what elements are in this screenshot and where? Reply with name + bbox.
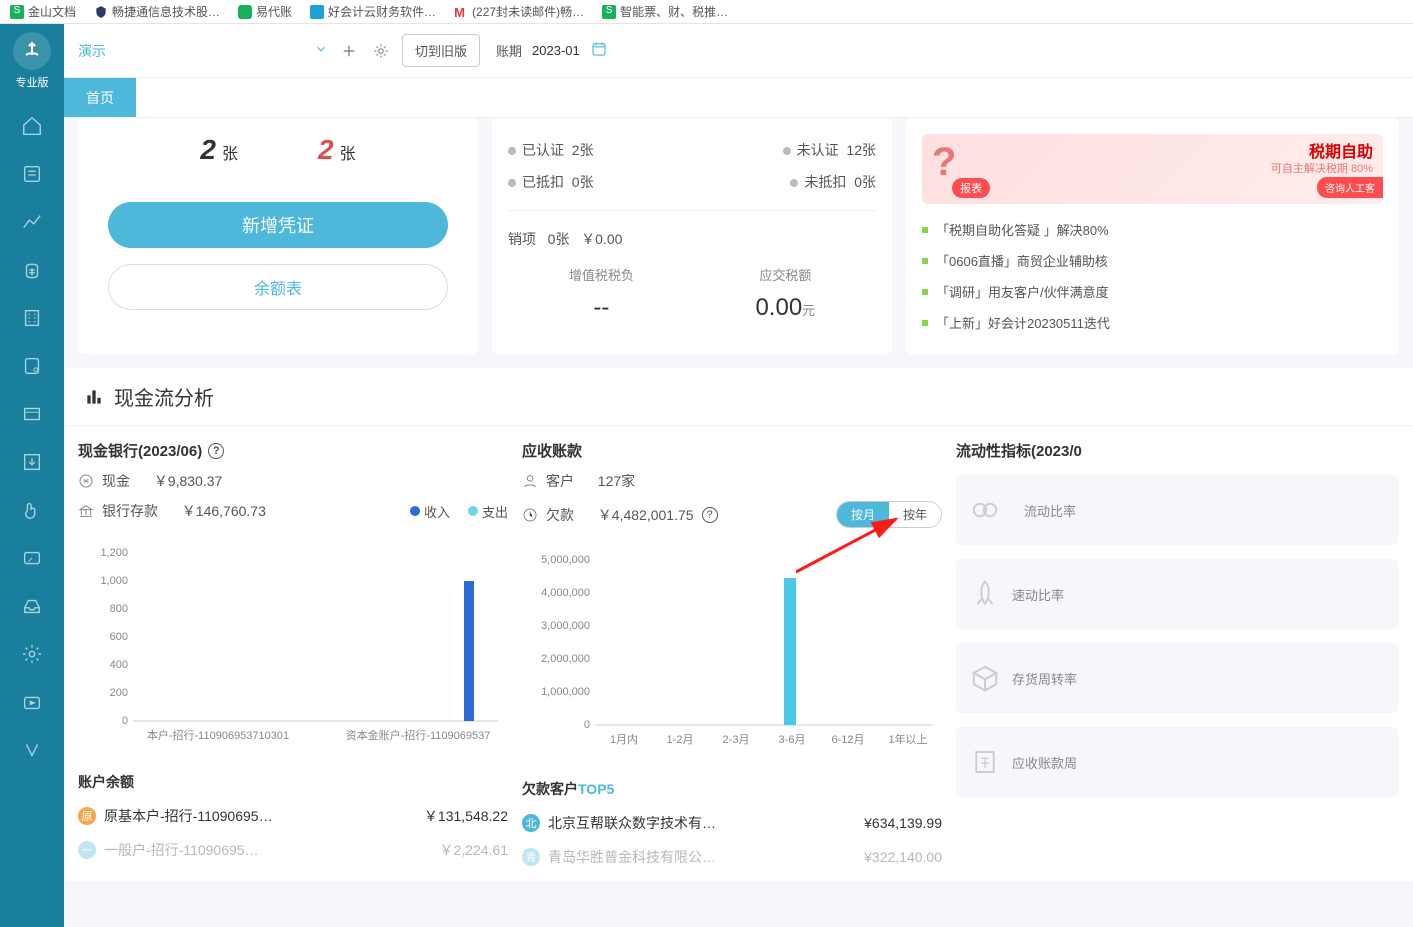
balance-sheet-button[interactable]: 余额表 bbox=[108, 264, 448, 310]
voucher-icon[interactable] bbox=[20, 162, 44, 186]
question-icon: ? bbox=[932, 140, 956, 185]
liq-card[interactable]: 流动比率 bbox=[956, 475, 1399, 545]
top5-title: 欠款客户TOP5 bbox=[522, 779, 942, 799]
svg-text:1,000: 1,000 bbox=[100, 575, 128, 587]
liquidity-panel: 流动性指标(2023/0 流动比率 速动比率 存货周转率 应收账款周 bbox=[956, 440, 1399, 797]
calendar-icon[interactable] bbox=[590, 40, 608, 61]
bookmark-item[interactable]: 好会计云财务软件… bbox=[310, 3, 436, 20]
liq-card[interactable]: 存货周转率 bbox=[956, 643, 1399, 713]
svg-text:4,000,000: 4,000,000 bbox=[541, 587, 590, 599]
box-icon bbox=[970, 663, 1000, 693]
svg-text:1年以上: 1年以上 bbox=[888, 732, 927, 746]
svg-text:3,000,000: 3,000,000 bbox=[541, 620, 590, 632]
download-icon[interactable] bbox=[20, 450, 44, 474]
notice-card: ? 税期自助 可自主解决税期 80% 报表 咨询人工客 「税期自助化答疑 」解决… bbox=[906, 118, 1399, 354]
invoice-icon bbox=[970, 747, 1000, 777]
chart-icon[interactable] bbox=[20, 210, 44, 234]
money-icon[interactable] bbox=[20, 258, 44, 282]
svg-text:2-3月: 2-3月 bbox=[723, 734, 750, 746]
notice-item[interactable]: 「调研」用友客户/伙伴满意度 bbox=[922, 276, 1383, 307]
svg-text:1-2月: 1-2月 bbox=[667, 734, 694, 746]
org-selector[interactable]: 演示 bbox=[78, 41, 328, 61]
list-item[interactable]: 一一般户-招行-11090695…￥2,224.61 bbox=[78, 840, 508, 860]
hand-icon[interactable] bbox=[20, 498, 44, 522]
settings-icon[interactable] bbox=[370, 40, 392, 62]
svg-text:3-6月: 3-6月 bbox=[779, 734, 806, 746]
plus-icon[interactable] bbox=[338, 40, 360, 62]
bookmark-item[interactable]: 畅捷通信息技术股… bbox=[94, 3, 220, 20]
svg-text:400: 400 bbox=[110, 659, 128, 671]
debt-icon bbox=[522, 507, 538, 523]
svg-text:资本金账户-招行-1109069537: 资本金账户-招行-1109069537 bbox=[346, 728, 491, 742]
toggle-month[interactable]: 按月 bbox=[837, 502, 889, 527]
app-logo bbox=[13, 32, 51, 70]
new-voucher-button[interactable]: 新增凭证 bbox=[108, 202, 448, 248]
edition-label: 专业版 bbox=[16, 74, 49, 90]
cash-chart: 1,200 1,000 800 600 400 200 0 本户-招行-1109… bbox=[78, 541, 508, 754]
tax-card: 已认证 2张未认证 12张 已抵扣 0张未抵扣 0张 销项 0张 ￥0.00 增… bbox=[492, 118, 892, 354]
ar-chart: 5,000,000 4,000,000 3,000,000 2,000,000 … bbox=[522, 548, 942, 761]
bookmark-item[interactable]: S智能票、财、税推… bbox=[602, 3, 728, 20]
svg-text:600: 600 bbox=[110, 631, 128, 643]
liq-card[interactable]: 应收账款周 bbox=[956, 727, 1399, 797]
ratio-icon bbox=[970, 495, 1000, 525]
list-item[interactable]: 北北京互帮联众数字技术有…¥634,139.99 bbox=[522, 813, 942, 833]
bar-chart-icon bbox=[84, 387, 104, 407]
tabs: 首页 bbox=[64, 78, 1413, 118]
period-toggle: 按月 按年 bbox=[836, 501, 942, 528]
help-icon[interactable]: ? bbox=[208, 443, 224, 459]
svg-text:200: 200 bbox=[110, 687, 128, 699]
card-icon[interactable] bbox=[20, 546, 44, 570]
period-value: 2023-01 bbox=[532, 43, 580, 58]
inbox-icon[interactable] bbox=[20, 594, 44, 618]
list-item[interactable]: 原原基本户-招行-11090695…￥131,548.22 bbox=[78, 806, 508, 826]
v-icon[interactable] bbox=[20, 738, 44, 762]
building-icon[interactable] bbox=[20, 306, 44, 330]
svg-text:0: 0 bbox=[584, 719, 590, 731]
bookmarks-bar: S金山文档 畅捷通信息技术股… 易代账 好会计云财务软件… M(227封未读邮件… bbox=[0, 0, 1413, 24]
home-icon[interactable] bbox=[20, 114, 44, 138]
section-header: 现金流分析 bbox=[64, 368, 1413, 426]
svg-text:6-12月: 6-12月 bbox=[831, 734, 864, 746]
chevron-down-icon bbox=[314, 42, 328, 59]
cash-icon bbox=[78, 473, 94, 489]
svg-text:本户-招行-110906953710301: 本户-招行-110906953710301 bbox=[147, 728, 289, 742]
switch-version-button[interactable]: 切到旧版 bbox=[402, 34, 480, 67]
notice-item[interactable]: 「上新」好会计20230511迭代 bbox=[922, 307, 1383, 338]
svg-text:1,200: 1,200 bbox=[100, 547, 128, 559]
svg-text:1月内: 1月内 bbox=[610, 732, 638, 746]
svg-text:2,000,000: 2,000,000 bbox=[541, 653, 590, 665]
voucher-card: 2张 2张 新增凭证 余额表 bbox=[78, 118, 478, 354]
svg-text:1,000,000: 1,000,000 bbox=[541, 686, 590, 698]
ar-panel: 应收账款 客户 127家 欠款 ￥4,482,001.75 ? 按月 按年 bbox=[522, 440, 942, 867]
period-label: 账期 bbox=[496, 41, 522, 60]
tab-home[interactable]: 首页 bbox=[64, 78, 136, 117]
notice-item[interactable]: 「0606直播」商贸企业辅助核 bbox=[922, 245, 1383, 276]
layout-icon[interactable] bbox=[20, 402, 44, 426]
bookmark-item[interactable]: S金山文档 bbox=[10, 3, 76, 20]
gear-icon[interactable] bbox=[20, 642, 44, 666]
svg-text:5,000,000: 5,000,000 bbox=[541, 554, 590, 566]
promo-banner[interactable]: ? 税期自助 可自主解决税期 80% 报表 咨询人工客 bbox=[922, 134, 1383, 204]
content: 2张 2张 新增凭证 余额表 已认证 2张未认证 12张 已抵扣 0张未抵扣 0… bbox=[64, 118, 1413, 927]
notice-item[interactable]: 「税期自助化答疑 」解决80% bbox=[922, 214, 1383, 245]
topbar: 演示 切到旧版 账期 2023-01 bbox=[64, 24, 1413, 78]
toggle-year[interactable]: 按年 bbox=[889, 502, 941, 527]
help-icon[interactable]: ? bbox=[702, 507, 718, 523]
account-balance-title: 账户余额 bbox=[78, 772, 508, 792]
rocket-icon bbox=[970, 579, 1000, 609]
svg-text:0: 0 bbox=[122, 715, 128, 727]
bookmark-item[interactable]: M(227封未读邮件)畅… bbox=[454, 3, 584, 20]
bookmark-item[interactable]: 易代账 bbox=[238, 3, 292, 20]
video-icon[interactable] bbox=[20, 690, 44, 714]
bank-icon bbox=[78, 503, 94, 519]
list-item[interactable]: 青青岛华胜普金科技有限公…¥322,140.00 bbox=[522, 847, 942, 867]
cash-panel: 现金银行(2023/06)? 现金 ￥9,830.37 银行存款 ￥146,76… bbox=[78, 440, 508, 860]
liq-card[interactable]: 速动比率 bbox=[956, 559, 1399, 629]
receipt-icon[interactable] bbox=[20, 354, 44, 378]
svg-text:800: 800 bbox=[110, 603, 128, 615]
sidebar: 专业版 bbox=[0, 24, 64, 927]
user-icon bbox=[522, 473, 538, 489]
